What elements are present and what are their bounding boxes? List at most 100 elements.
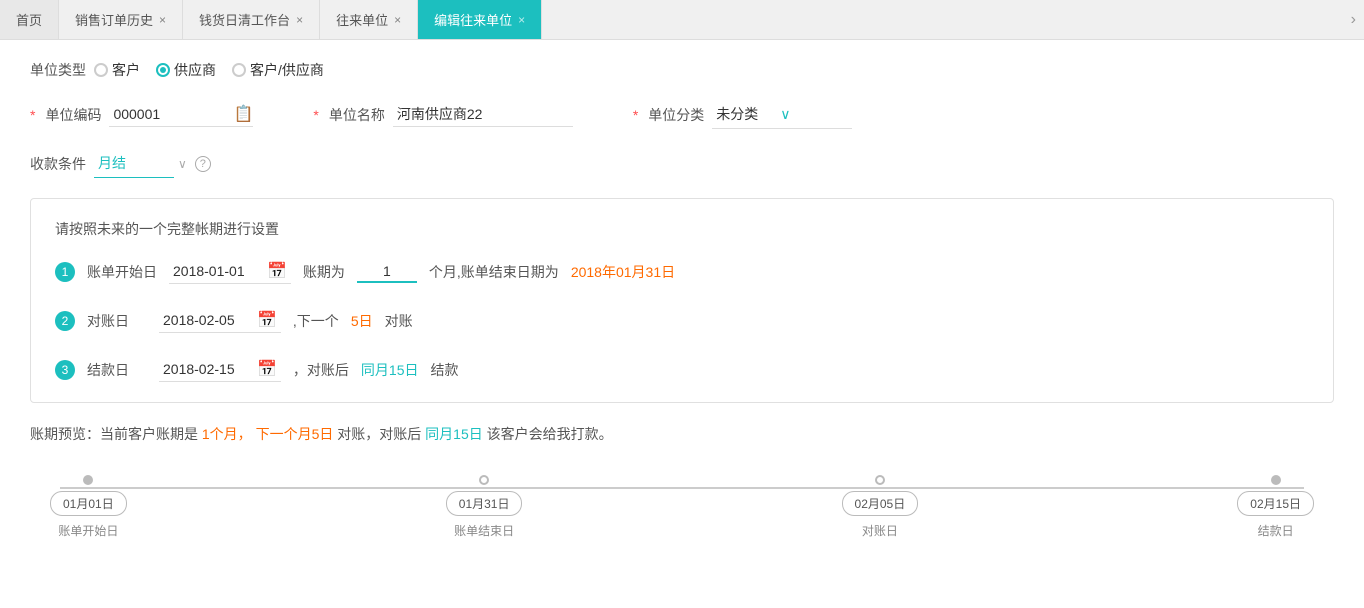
unit-type-label: 单位类型 (30, 60, 86, 80)
unit-name-label: 单位名称 (329, 105, 385, 125)
radio-both[interactable]: 客户/供应商 (232, 60, 324, 80)
unit-info-row: * 单位编码 📋 * 单位名称 * 单位分类 未分类 ∨ (30, 100, 1334, 129)
start-date-input-group: 📅 (169, 259, 291, 284)
timeline-dot-0 (83, 475, 93, 485)
timeline-badge-0: 01月01日 (50, 491, 127, 516)
tab-partner-units-close[interactable]: × (394, 13, 401, 27)
timeline-badge-2: 02月05日 (842, 491, 919, 516)
timeline-items: 01月01日 账单开始日 01月31日 账单结束日 02月05日 对账日 02月… (50, 475, 1314, 539)
preview-part3: 对账，对账后 (337, 426, 421, 442)
setting-row-2: 2 对账日 📅 ,下一个 5日 对账 (55, 308, 1309, 333)
settle-date-highlight-day: 同月15日 (361, 360, 419, 380)
unit-code-input[interactable] (109, 102, 229, 126)
setting-row-3: 3 结款日 📅 ，对账后 同月15日 结款 (55, 357, 1309, 382)
radio-both-circle (232, 63, 246, 77)
row-num-1: 1 (55, 262, 75, 282)
payment-condition-label: 收款条件 (30, 154, 86, 174)
start-date-calendar-icon[interactable]: 📅 (267, 261, 287, 281)
unit-category-group: * 单位分类 未分类 ∨ (633, 100, 852, 129)
unit-type-row: 单位类型 客户 供应商 客户/供应商 (30, 60, 1334, 80)
timeline-dot-1 (479, 475, 489, 485)
settle-date-calendar-icon[interactable]: 📅 (257, 359, 277, 379)
tab-cash-work-label: 钱货日清工作台 (199, 10, 290, 29)
tab-expand-button[interactable]: › (1343, 0, 1364, 39)
tab-sales-history-close[interactable]: × (159, 13, 166, 27)
row-label-2: 对账日 (87, 311, 147, 331)
payment-condition-value: 月结 (94, 149, 174, 178)
tab-edit-partner-label: 编辑往来单位 (434, 10, 512, 29)
preview-label: 账期预览：当前客户账期是 (30, 426, 198, 442)
tab-edit-partner-close[interactable]: × (518, 13, 525, 27)
account-date-suffix: 对账 (385, 311, 413, 331)
unit-name-required: * (313, 107, 318, 123)
row-num-3: 3 (55, 360, 75, 380)
period-unit-label: 个月,账单结束日期为 (429, 262, 559, 282)
tab-sales-history-label: 销售订单历史 (75, 10, 153, 29)
timeline-dot-2 (875, 475, 885, 485)
start-date-input[interactable] (173, 263, 263, 279)
tab-cash-work[interactable]: 钱货日清工作台 × (183, 0, 320, 39)
unit-code-icon[interactable]: 📋 (233, 104, 253, 124)
tab-sales-history[interactable]: 销售订单历史 × (59, 0, 183, 39)
period-prefix-label: 账期为 (303, 262, 345, 282)
unit-category-label: 单位分类 (648, 105, 704, 125)
payment-condition-row: 收款条件 月结 ∨ ? (30, 149, 1334, 178)
tab-edit-partner[interactable]: 编辑往来单位 × (418, 0, 542, 39)
preview-section: 账期预览：当前客户账期是 1个月， 下一个月5日 对账，对账后 同月15日 该客… (30, 423, 1334, 579)
unit-code-label: 单位编码 (45, 105, 101, 125)
period-value-input[interactable] (357, 261, 417, 283)
preview-part1: 1个月， (202, 426, 252, 442)
unit-code-required: * (30, 107, 35, 123)
preview-part4: 同月15日 (425, 426, 483, 442)
unit-name-group: * 单位名称 (313, 102, 572, 127)
unit-category-required: * (633, 107, 638, 123)
radio-customer[interactable]: 客户 (94, 60, 140, 80)
timeline-item-1: 01月31日 账单结束日 (446, 475, 523, 539)
card-instruction: 请按照未来的一个完整帐期进行设置 (55, 219, 1309, 239)
row-label-3: 结款日 (87, 360, 147, 380)
tab-partner-units-label: 往来单位 (336, 10, 388, 29)
row-label-1: 账单开始日 (87, 262, 157, 282)
unit-type-group: 单位类型 客户 供应商 客户/供应商 (30, 60, 324, 80)
settle-date-suffix: 结款 (431, 360, 459, 380)
timeline-container: 01月01日 账单开始日 01月31日 账单结束日 02月05日 对账日 02月… (30, 465, 1334, 569)
timeline-item-2: 02月05日 对账日 (842, 475, 919, 539)
period-end-date: 2018年01月31日 (571, 262, 675, 282)
account-date-highlight-day: 5日 (351, 311, 373, 331)
timeline-badge-3: 02月15日 (1237, 491, 1314, 516)
setting-row-1: 1 账单开始日 📅 账期为 个月,账单结束日期为 2018年01月31日 (55, 259, 1309, 284)
timeline-label-2: 对账日 (862, 522, 898, 539)
timeline-label-0: 账单开始日 (58, 522, 118, 539)
preview-part2: 下一个月5日 (256, 426, 334, 442)
tab-partner-units[interactable]: 往来单位 × (320, 0, 418, 39)
timeline-item-0: 01月01日 账单开始日 (50, 475, 127, 539)
radio-both-label: 客户/供应商 (250, 60, 324, 80)
radio-supplier[interactable]: 供应商 (156, 60, 216, 80)
timeline-dot-3 (1271, 475, 1281, 485)
help-icon[interactable]: ? (195, 156, 211, 172)
payment-condition-group: 收款条件 月结 ∨ ? (30, 149, 211, 178)
settings-card: 请按照未来的一个完整帐期进行设置 1 账单开始日 📅 账期为 个月,账单结束日期… (30, 198, 1334, 403)
unit-category-arrow-icon: ∨ (780, 106, 790, 123)
payment-condition-dropdown[interactable]: 月结 ∨ (94, 149, 187, 178)
tab-bar: 首页 销售订单历史 × 钱货日清工作台 × 往来单位 × 编辑往来单位 × › (0, 0, 1364, 40)
main-content: 单位类型 客户 供应商 客户/供应商 * 单位编码 (0, 40, 1364, 608)
radio-group: 客户 供应商 客户/供应商 (94, 60, 324, 80)
tab-home[interactable]: 首页 (0, 0, 59, 39)
account-date-input[interactable] (163, 312, 253, 328)
settle-date-input[interactable] (163, 361, 253, 377)
unit-name-input[interactable] (393, 102, 573, 127)
account-date-calendar-icon[interactable]: 📅 (257, 310, 277, 330)
preview-text: 账期预览：当前客户账期是 1个月， 下一个月5日 对账，对账后 同月15日 该客… (30, 423, 1334, 445)
preview-part5: 该客户会给我打款。 (487, 426, 613, 442)
radio-customer-label: 客户 (112, 60, 140, 80)
unit-category-select[interactable]: 未分类 ∨ (712, 100, 852, 129)
radio-supplier-label: 供应商 (174, 60, 216, 80)
tab-cash-work-close[interactable]: × (296, 13, 303, 27)
unit-code-group: * 单位编码 📋 (30, 102, 253, 127)
timeline-label-1: 账单结束日 (454, 522, 514, 539)
timeline-label-3: 结款日 (1258, 522, 1294, 539)
radio-customer-circle (94, 63, 108, 77)
tab-home-label: 首页 (16, 10, 42, 29)
timeline-badge-1: 01月31日 (446, 491, 523, 516)
